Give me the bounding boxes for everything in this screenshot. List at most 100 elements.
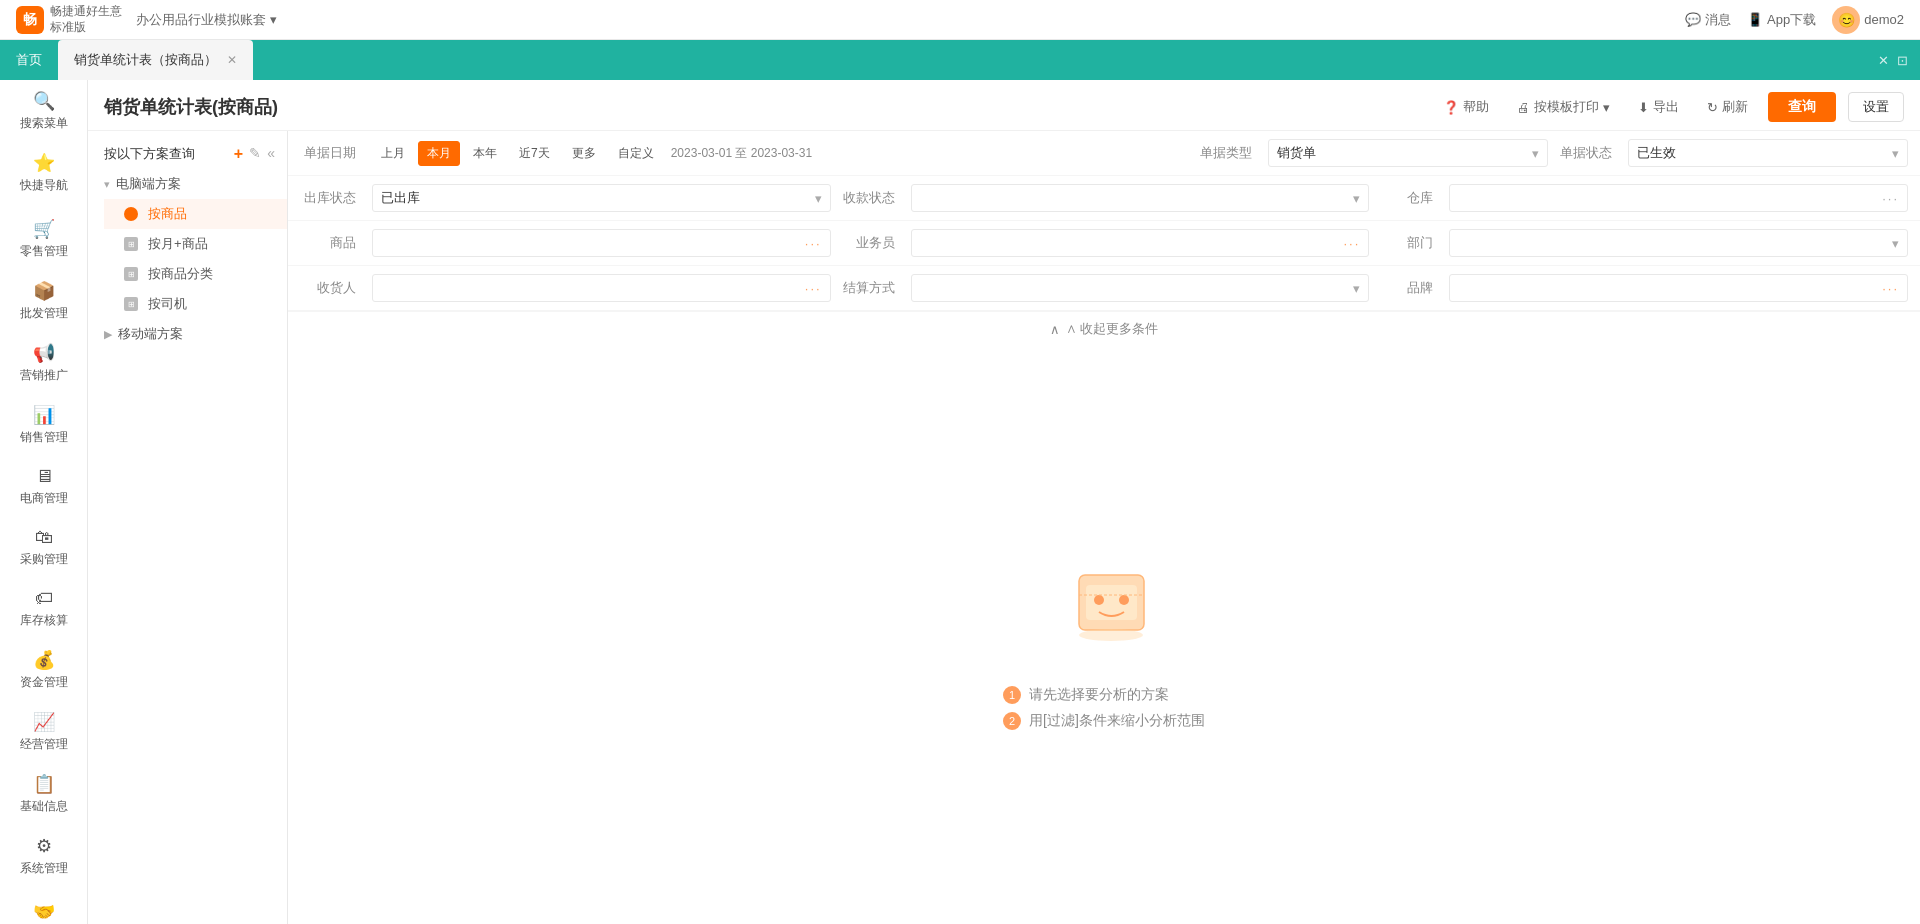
tree-item-driver[interactable]: ⊞ 按司机 <box>104 289 287 319</box>
sidebar-item-inventory[interactable]: 🏷 库存核算 <box>0 578 87 639</box>
outstock-label: 出库状态 <box>300 189 356 207</box>
tree-mobile-label[interactable]: ▶ 移动端方案 <box>88 319 287 349</box>
filter-row-4: 收货人 ··· 结算方式 ▾ 品牌 <box>288 266 1920 311</box>
sidebar-item-enterprise[interactable]: 🤝 企业协同 <box>0 891 87 924</box>
collapse-panel-button[interactable]: « <box>267 145 275 163</box>
refresh-button[interactable]: ↻ 刷新 <box>1699 94 1756 120</box>
sidebar-item-retail[interactable]: 🛒 零售管理 <box>0 208 87 270</box>
sidebar-item-operation[interactable]: 📈 经营管理 <box>0 701 87 763</box>
type-filter[interactable]: 销货单 ▾ <box>1268 139 1548 167</box>
print-button[interactable]: 🖨 按模板打印 ▾ <box>1509 94 1618 120</box>
tab-close-icon[interactable]: ✕ <box>227 53 237 67</box>
tree-pc-label[interactable]: ▾ 电脑端方案 <box>88 169 287 199</box>
filter-row-1: 单据日期 上月 本月 本年 近7天 更多 自定义 2023-03-01 至 20… <box>288 131 1920 176</box>
sidebar-item-wholesale[interactable]: 📦 批发管理 <box>0 270 87 332</box>
workspace-selector[interactable]: 办公用品行业模拟账套 ▾ <box>130 9 283 31</box>
topbar-left: 畅 畅捷通好生意 标准版 办公用品行业模拟账套 ▾ <box>16 4 283 35</box>
brand-filter[interactable]: ··· <box>1449 274 1908 302</box>
settings-button[interactable]: 设置 <box>1848 92 1904 122</box>
payment-method-filter[interactable]: ▾ <box>911 274 1370 302</box>
empty-hint-1: 1 请先选择要分析的方案 <box>1003 686 1205 704</box>
brand-dots: ··· <box>1882 281 1899 296</box>
date-range-text: 2023-03-01 至 2023-03-31 <box>671 145 812 162</box>
sidebar-item-system[interactable]: ⚙ 系统管理 <box>0 825 87 887</box>
close-window-icon[interactable]: ✕ <box>1878 53 1889 68</box>
date-last-month[interactable]: 上月 <box>372 141 414 166</box>
tabbar-expand: ✕ ⊡ <box>1866 53 1920 68</box>
payment-status-filter[interactable]: ▾ <box>911 184 1370 212</box>
receiver-filter[interactable]: ··· <box>372 274 831 302</box>
date-this-year[interactable]: 本年 <box>464 141 506 166</box>
tab-home[interactable]: 首页 <box>0 40 58 80</box>
svg-point-2 <box>1094 595 1104 605</box>
sidebar-item-purchase[interactable]: 🛍 采购管理 <box>0 517 87 578</box>
tabbar: 首页 销货单统计表（按商品） ✕ ✕ ⊡ <box>0 40 1920 80</box>
grid-icon-3: ⊞ <box>124 297 138 311</box>
page-header: 销货单统计表(按商品) ❓ 帮助 🖨 按模板打印 ▾ ⬇ 导出 <box>88 80 1920 131</box>
edit-plan-button[interactable]: ✎ <box>249 145 261 163</box>
goods-dots: ··· <box>805 236 822 251</box>
goods-filter[interactable]: ··· <box>372 229 831 257</box>
search-icon: 🔍 <box>4 90 83 112</box>
system-icon: ⚙ <box>4 835 83 857</box>
tree-node-pc: ▾ 电脑端方案 按商品 ⊞ 按月+商品 <box>88 169 287 319</box>
message-button[interactable]: 💬 消息 <box>1685 11 1731 29</box>
download-icon: 📱 <box>1747 12 1763 27</box>
grid-icon: ⊞ <box>124 237 138 251</box>
chevron-down-icon: ▾ <box>270 12 277 27</box>
payment-method-chevron-icon: ▾ <box>1353 281 1360 296</box>
outstock-chevron-icon: ▾ <box>815 191 822 206</box>
app-download-button[interactable]: 📱 App下载 <box>1747 11 1816 29</box>
date-this-month[interactable]: 本月 <box>418 141 460 166</box>
grid-icon-2: ⊞ <box>124 267 138 281</box>
date-7days[interactable]: 近7天 <box>510 141 559 166</box>
query-button[interactable]: 查询 <box>1768 92 1836 122</box>
star-icon: ⭐ <box>4 152 83 174</box>
sidebar-item-finance[interactable]: 💰 资金管理 <box>0 639 87 701</box>
filter-row-3: 商品 ··· 业务员 ··· 部门 <box>288 221 1920 266</box>
tree-item-category[interactable]: ⊞ 按商品分类 <box>104 259 287 289</box>
content-inner: 销货单统计表(按商品) ❓ 帮助 🖨 按模板打印 ▾ ⬇ 导出 <box>88 80 1920 924</box>
receiver-label: 收货人 <box>300 279 356 297</box>
collapse-bar[interactable]: ∧ ∧ 收起更多条件 <box>288 311 1920 346</box>
dept-chevron-icon: ▾ <box>1892 236 1899 251</box>
retail-icon: 🛒 <box>4 218 83 240</box>
sidebar-item-sales[interactable]: 📊 销售管理 <box>0 394 87 456</box>
finance-icon: 💰 <box>4 649 83 671</box>
user-menu[interactable]: 😊 demo2 <box>1832 6 1904 34</box>
sidebar-item-ecommerce[interactable]: 🖥 电商管理 <box>0 456 87 517</box>
empty-hint-2: 2 用[过滤]条件来缩小分析范围 <box>1003 712 1205 730</box>
sidebar: 🔍 搜索菜单 ⭐ 快捷导航 🛒 零售管理 📦 批发管理 📢 营销推广 📊 销售管… <box>0 80 88 924</box>
payment-status-label: 收款状态 <box>839 189 895 207</box>
tree-item-by-goods[interactable]: 按商品 <box>104 199 287 229</box>
sidebar-item-quick-nav[interactable]: ⭐ 快捷导航 <box>0 142 87 204</box>
warehouse-dots: ··· <box>1882 191 1899 206</box>
sales-icon: 📊 <box>4 404 83 426</box>
hint-num-2: 2 <box>1003 712 1021 730</box>
empty-illustration <box>1034 540 1174 670</box>
warehouse-filter[interactable]: ··· <box>1449 184 1908 212</box>
export-button[interactable]: ⬇ 导出 <box>1630 94 1687 120</box>
dept-filter[interactable]: ▾ <box>1449 229 1908 257</box>
date-more[interactable]: 更多 <box>563 141 605 166</box>
help-button[interactable]: ❓ 帮助 <box>1435 94 1497 120</box>
svg-point-5 <box>1079 629 1143 641</box>
tab-report[interactable]: 销货单统计表（按商品） ✕ <box>58 40 253 80</box>
brand-label: 品牌 <box>1377 279 1433 297</box>
staff-filter[interactable]: ··· <box>911 229 1370 257</box>
sidebar-item-search[interactable]: 🔍 搜索菜单 <box>0 80 87 142</box>
message-icon: 💬 <box>1685 12 1701 27</box>
active-circle-icon <box>124 207 138 221</box>
sidebar-item-marketing[interactable]: 📢 营销推广 <box>0 332 87 394</box>
purchase-icon: 🛍 <box>4 527 83 548</box>
status-filter[interactable]: 已生效 ▾ <box>1628 139 1908 167</box>
add-plan-button[interactable]: + <box>234 145 243 163</box>
left-panel-actions: + ✎ « <box>234 145 275 163</box>
tree-item-month-goods[interactable]: ⊞ 按月+商品 <box>104 229 287 259</box>
dept-label: 部门 <box>1377 234 1433 252</box>
date-custom[interactable]: 自定义 <box>609 141 663 166</box>
expand-window-icon[interactable]: ⊡ <box>1897 53 1908 68</box>
basic-icon: 📋 <box>4 773 83 795</box>
outstock-filter[interactable]: 已出库 ▾ <box>372 184 831 212</box>
sidebar-item-basic[interactable]: 📋 基础信息 <box>0 763 87 825</box>
